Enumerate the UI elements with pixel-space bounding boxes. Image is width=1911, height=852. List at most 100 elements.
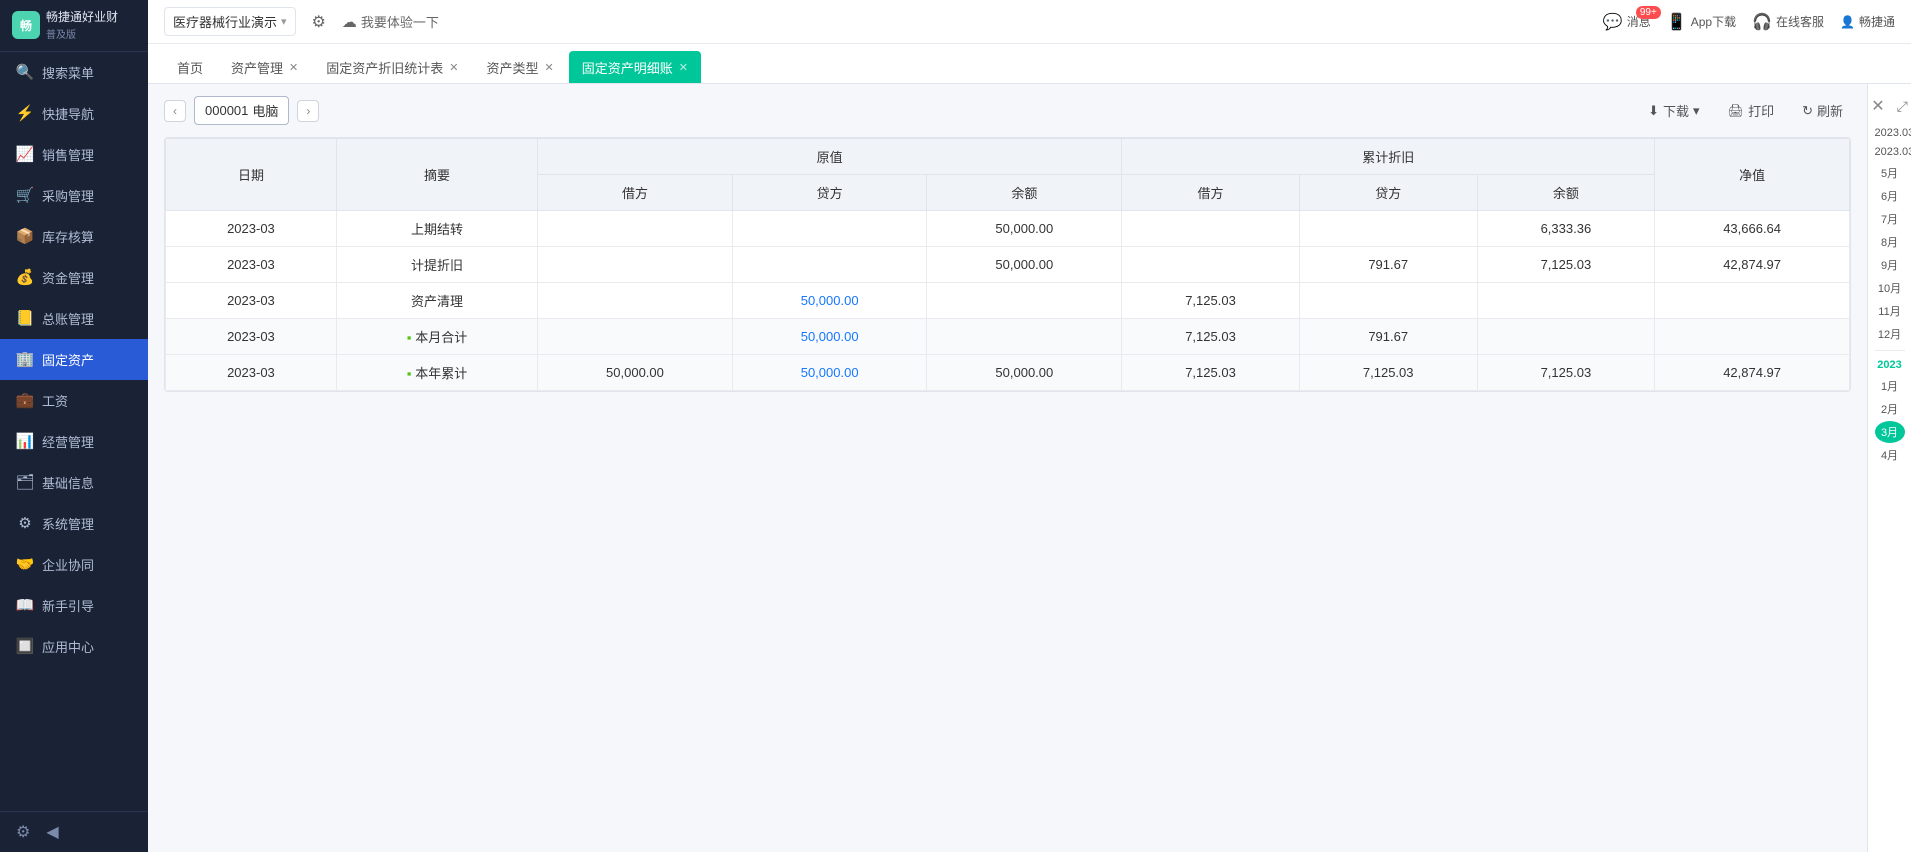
rp-month-item[interactable]: 2月 — [1871, 398, 1909, 420]
settings-icon[interactable]: ⚙ — [16, 822, 30, 842]
search-icon: 🔍 — [16, 63, 34, 81]
sidebar-label-apps: 应用中心 — [42, 637, 94, 656]
collapse-icon[interactable]: ◀ — [46, 822, 58, 842]
sidebar-label-ledger: 总账管理 — [42, 309, 94, 328]
next-asset-button[interactable]: › — [297, 100, 319, 122]
main-area: 医疗器械行业演示 ▾ ⚙ ☁ 我要体验一下 💬 消息 99+ 📱 App下载 🎧… — [148, 0, 1911, 852]
rp-year-header: 2023.03 — [1871, 124, 1909, 142]
cell-summary: 计提折旧 — [336, 247, 537, 283]
sidebar-item-sales[interactable]: 📈 销售管理 — [0, 134, 148, 175]
sidebar-label-collab: 企业协同 — [42, 555, 94, 574]
sidebar-item-apps[interactable]: 🔲 应用中心 — [0, 626, 148, 667]
cell-net-value: 42,874.97 — [1655, 247, 1850, 283]
sidebar-menu: 🔍 搜索菜单 ⚡ 快捷导航 📈 销售管理 🛒 采购管理 📦 库存核算 💰 资金管… — [0, 52, 148, 811]
rp-current-year[interactable]: 2023 — [1871, 356, 1909, 374]
tab-close-asset_mgmt[interactable]: ✕ — [289, 61, 298, 74]
cell-summary: 资产清理 — [336, 283, 537, 319]
rp-month-item[interactable]: 1月 — [1871, 375, 1909, 397]
app-download-icon: 📱 — [1667, 12, 1687, 32]
purchase-icon: 🛒 — [16, 186, 34, 204]
tab-label-asset_detail: 固定资产明细账 — [582, 58, 673, 77]
cell-net-value: 43,666.64 — [1655, 211, 1850, 247]
topbar: 医疗器械行业演示 ▾ ⚙ ☁ 我要体验一下 💬 消息 99+ 📱 App下载 🎧… — [148, 0, 1911, 44]
rp-month-item[interactable]: 10月 — [1871, 277, 1909, 299]
rp-month-item[interactable]: 6月 — [1871, 185, 1909, 207]
sidebar-item-purchase[interactable]: 🛒 采购管理 — [0, 175, 148, 216]
tab-close-asset_type[interactable]: ✕ — [545, 61, 554, 74]
sales-icon: 📈 — [16, 145, 34, 163]
sidebar-item-ledger[interactable]: 📒 总账管理 — [0, 298, 148, 339]
sidebar-item-collab[interactable]: 🤝 企业协同 — [0, 544, 148, 585]
cell-date: 2023-03 — [166, 355, 337, 391]
tab-label-asset_type: 资产类型 — [486, 58, 538, 77]
print-button[interactable]: 🖨 打印 — [1720, 97, 1783, 124]
sidebar-label-quicknav: 快捷导航 — [42, 104, 94, 123]
cell-acc-balance — [1477, 319, 1655, 355]
cell-orig-balance: 50,000.00 — [927, 247, 1122, 283]
download-button[interactable]: ⬇ 下载 ▾ — [1640, 97, 1707, 124]
rp-month-item[interactable]: 5月 — [1871, 162, 1909, 184]
prev-asset-button[interactable]: ‹ — [164, 100, 186, 122]
sidebar-label-search: 搜索菜单 — [42, 63, 94, 82]
right-panel-close-icon[interactable]: ✕ — [1867, 92, 1888, 120]
total-icon: ▪ — [407, 366, 412, 381]
sidebar-item-funds[interactable]: 💰 资金管理 — [0, 257, 148, 298]
sidebar-label-basic: 基础信息 — [42, 473, 94, 492]
col-summary: 摘要 — [336, 139, 537, 211]
sidebar-item-assets[interactable]: 🏢 固定资产 — [0, 339, 148, 380]
tab-label-asset_mgmt: 资产管理 — [231, 58, 283, 77]
cell-date: 2023-03 — [166, 211, 337, 247]
sidebar-item-ops[interactable]: 📊 经营管理 — [0, 421, 148, 462]
rp-month-item[interactable]: 11月 — [1871, 300, 1909, 322]
download-icon: ⬇ — [1648, 103, 1659, 119]
settings-gear-icon[interactable]: ⚙ — [308, 8, 330, 36]
col-orig-debit: 借方 — [538, 175, 733, 211]
sidebar: 畅 畅捷通好业财 普及版 🔍 搜索菜单 ⚡ 快捷导航 📈 销售管理 🛒 采购管理… — [0, 0, 148, 852]
tab-close-asset_detail[interactable]: ✕ — [679, 61, 688, 74]
funds-icon: 💰 — [16, 268, 34, 286]
rp-month-item[interactable]: 8月 — [1871, 231, 1909, 253]
tab-close-depreciation_table[interactable]: ✕ — [449, 61, 458, 74]
app-download-label: App下载 — [1691, 13, 1736, 30]
sidebar-label-assets: 固定资产 — [42, 350, 94, 369]
download-label: 下载 — [1663, 101, 1689, 120]
cell-date: 2023-03 — [166, 283, 337, 319]
messages-button[interactable]: 💬 消息 99+ — [1603, 12, 1651, 32]
sidebar-item-inventory[interactable]: 📦 库存核算 — [0, 216, 148, 257]
sidebar-item-payroll[interactable]: 💼 工资 — [0, 380, 148, 421]
refresh-icon: ↻ — [1802, 103, 1813, 119]
sidebar-item-system[interactable]: ⚙ 系统管理 — [0, 503, 148, 544]
sidebar-label-ops: 经营管理 — [42, 432, 94, 451]
sidebar-item-basic[interactable]: 🗂 基础信息 — [0, 462, 148, 503]
sidebar-logo: 畅 畅捷通好业财 普及版 — [0, 0, 148, 52]
cell-orig-debit — [538, 319, 733, 355]
cell-orig-balance: 50,000.00 — [927, 355, 1122, 391]
right-panel-expand-icon[interactable]: ⤢ — [1893, 94, 1911, 120]
rp-month-item[interactable]: 12月 — [1871, 323, 1909, 345]
tab-asset_type[interactable]: 资产类型 ✕ — [473, 51, 566, 83]
rp-month-item[interactable]: 9月 — [1871, 254, 1909, 276]
tab-asset_mgmt[interactable]: 资产管理 ✕ — [218, 51, 311, 83]
refresh-button[interactable]: ↻ 刷新 — [1794, 97, 1851, 124]
sidebar-item-search[interactable]: 🔍 搜索菜单 — [0, 52, 148, 93]
cell-acc-credit: 791.67 — [1299, 319, 1477, 355]
sidebar-item-guide[interactable]: 📖 新手引导 — [0, 585, 148, 626]
rp-month-item[interactable]: 3月 — [1875, 421, 1905, 443]
payroll-icon: 💼 — [16, 391, 34, 409]
tab-home[interactable]: 首页 — [164, 51, 216, 83]
sidebar-label-funds: 资金管理 — [42, 268, 94, 287]
tab-depreciation_table[interactable]: 固定资产折旧统计表✕ — [313, 51, 471, 83]
sidebar-item-quicknav[interactable]: ⚡ 快捷导航 — [0, 93, 148, 134]
online-service-button[interactable]: 🎧 在线客服 — [1752, 12, 1824, 32]
user-avatar-button[interactable]: 👤 畅捷通 — [1840, 13, 1895, 30]
app-download-button[interactable]: 📱 App下载 — [1667, 12, 1736, 32]
experience-button[interactable]: ☁ 我要体验一下 — [342, 12, 439, 31]
rp-month-item[interactable]: 7月 — [1871, 208, 1909, 230]
topbar-actions: 💬 消息 99+ 📱 App下载 🎧 在线客服 👤 畅捷通 — [1603, 12, 1895, 32]
rp-month-item[interactable]: 4月 — [1871, 444, 1909, 466]
company-selector[interactable]: 医疗器械行业演示 ▾ — [164, 7, 296, 36]
sidebar-label-sales: 销售管理 — [42, 145, 94, 164]
tab-asset_detail[interactable]: 固定资产明细账 ✕ — [569, 51, 701, 83]
asset-id-display: 000001 电脑 — [194, 96, 289, 125]
basic-icon: 🗂 — [16, 473, 34, 491]
